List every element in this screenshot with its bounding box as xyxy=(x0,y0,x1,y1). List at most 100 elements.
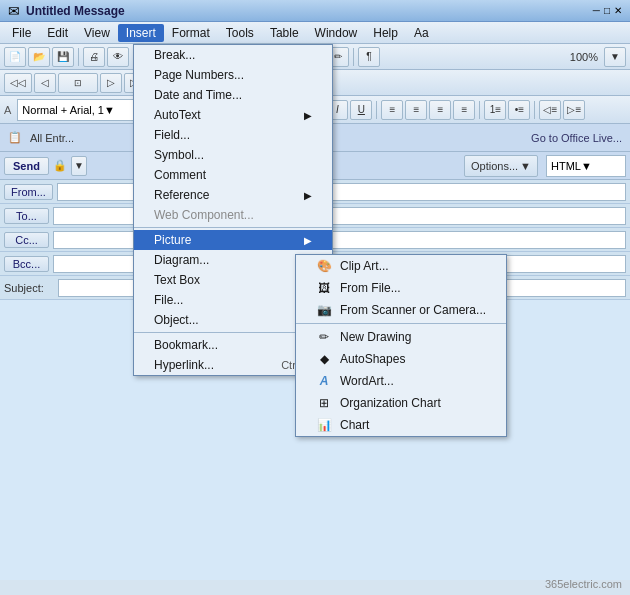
subject-label: Subject: xyxy=(4,282,54,294)
tb2-btn3[interactable]: ⊡ xyxy=(58,73,98,93)
format-value: HTML xyxy=(551,160,581,172)
maximize-button[interactable]: □ xyxy=(604,5,610,16)
picture-from-scanner[interactable]: 📷 From Scanner or Camera... xyxy=(296,299,506,321)
picture-from-file[interactable]: 🖼 From File... xyxy=(296,277,506,299)
field-label: Field... xyxy=(154,128,190,142)
bcc-button[interactable]: Bcc... xyxy=(4,256,49,272)
to-button[interactable]: To... xyxy=(4,208,49,224)
text-box-label: Text Box xyxy=(154,273,200,287)
autoshapes-icon: ◆ xyxy=(316,351,332,367)
picture-new-drawing[interactable]: ✏ New Drawing xyxy=(296,326,506,348)
tb2-btn4[interactable]: ▷ xyxy=(100,73,122,93)
file-label: File... xyxy=(154,293,183,307)
picture-chart[interactable]: 📊 Chart xyxy=(296,414,506,436)
diagram-label: Diagram... xyxy=(154,253,209,267)
justify-button[interactable]: ≡ xyxy=(453,100,475,120)
org-chart-label: Organization Chart xyxy=(340,396,441,410)
toolbar-separator xyxy=(78,48,79,66)
chart-icon: 📊 xyxy=(316,417,332,433)
options-label: Options... xyxy=(471,160,518,172)
insert-sep1 xyxy=(134,227,332,228)
autoshapes-label: AutoShapes xyxy=(340,352,405,366)
indent-inc-button[interactable]: ▷≡ xyxy=(563,100,585,120)
indent-dec-button[interactable]: ◁≡ xyxy=(539,100,561,120)
picture-org-chart[interactable]: ⊞ Organization Chart xyxy=(296,392,506,414)
send-button[interactable]: Send xyxy=(4,157,49,175)
menu-tools[interactable]: Tools xyxy=(218,24,262,42)
lock-icon: 🔒 xyxy=(53,159,67,172)
new-button[interactable]: 📄 xyxy=(4,47,26,67)
menu-edit[interactable]: Edit xyxy=(39,24,76,42)
underline-button[interactable]: U xyxy=(350,100,372,120)
scanner-icon: 📷 xyxy=(316,302,332,318)
save-button[interactable]: 💾 xyxy=(52,47,74,67)
reference-arrow: ▶ xyxy=(304,190,312,201)
insert-picture[interactable]: Picture ▶ xyxy=(134,230,332,250)
menu-help[interactable]: Help xyxy=(365,24,406,42)
bookmark-label: Bookmark... xyxy=(154,338,218,352)
picture-wordart[interactable]: A WordArt... xyxy=(296,370,506,392)
shortcuts-icon: 📋 xyxy=(8,131,22,144)
reference-label: Reference xyxy=(154,188,209,202)
menu-format[interactable]: Format xyxy=(164,24,218,42)
insert-break[interactable]: Break... xyxy=(134,45,332,65)
toolbar-separator6 xyxy=(353,48,354,66)
send-label: Send xyxy=(13,160,40,172)
options-button[interactable]: Options... ▼ xyxy=(464,155,538,177)
menu-insert[interactable]: Insert xyxy=(118,24,164,42)
options-dropdown-arrow: ▼ xyxy=(520,160,531,172)
date-time-label: Date and Time... xyxy=(154,88,242,102)
picture-submenu[interactable]: 🎨 Clip Art... 🖼 From File... 📷 From Scan… xyxy=(295,254,507,437)
menu-file[interactable]: File xyxy=(4,24,39,42)
clip-art-label: Clip Art... xyxy=(340,259,389,273)
format-sep3 xyxy=(376,101,377,119)
menu-window[interactable]: Window xyxy=(307,24,366,42)
format-sep4 xyxy=(479,101,480,119)
send-dropdown-arrow[interactable]: ▼ xyxy=(71,156,87,176)
symbol-label: Symbol... xyxy=(154,148,204,162)
new-drawing-icon: ✏ xyxy=(316,329,332,345)
style-dropdown-arrow: ▼ xyxy=(104,104,115,116)
from-button[interactable]: From... xyxy=(4,184,53,200)
from-scanner-label: From Scanner or Camera... xyxy=(340,303,486,317)
insert-symbol[interactable]: Symbol... xyxy=(134,145,332,165)
menu-table[interactable]: Table xyxy=(262,24,307,42)
print-button[interactable]: 🖨 xyxy=(83,47,105,67)
chart-label: Chart xyxy=(340,418,369,432)
show-hide-button[interactable]: ¶ xyxy=(358,47,380,67)
align-right-button[interactable]: ≡ xyxy=(429,100,451,120)
tb2-btn2[interactable]: ◁ xyxy=(34,73,56,93)
tb2-btn1[interactable]: ◁◁ xyxy=(4,73,32,93)
insert-page-numbers[interactable]: Page Numbers... xyxy=(134,65,332,85)
align-left-button[interactable]: ≡ xyxy=(381,100,403,120)
hyperlink-label: Hyperlink... xyxy=(154,358,214,372)
align-center-button[interactable]: ≡ xyxy=(405,100,427,120)
numbering-button[interactable]: 1≡ xyxy=(484,100,506,120)
picture-clip-art[interactable]: 🎨 Clip Art... xyxy=(296,255,506,277)
picture-autoshapes[interactable]: ◆ AutoShapes xyxy=(296,348,506,370)
cc-button[interactable]: Cc... xyxy=(4,232,49,248)
preview-button[interactable]: 👁 xyxy=(107,47,129,67)
menu-bar: File Edit View Insert Format Tools Table… xyxy=(0,22,630,44)
close-button[interactable]: ✕ xyxy=(614,5,622,16)
insert-comment[interactable]: Comment xyxy=(134,165,332,185)
format-select[interactable]: HTML ▼ xyxy=(546,155,626,177)
insert-field[interactable]: Field... xyxy=(134,125,332,145)
insert-autotext[interactable]: AutoText ▶ xyxy=(134,105,332,125)
comment-label: Comment xyxy=(154,168,206,182)
all-entries-label: All Entr... xyxy=(30,132,74,144)
office-live-link[interactable]: Go to Office Live... xyxy=(531,132,622,144)
clip-art-icon: 🎨 xyxy=(316,258,332,274)
insert-web-component: Web Component... xyxy=(134,205,332,225)
style-label: Normal + Arial, 1 xyxy=(22,104,104,116)
minimize-button[interactable]: ─ xyxy=(593,5,600,16)
zoom-dropdown[interactable]: ▼ xyxy=(604,47,626,67)
menu-view[interactable]: View xyxy=(76,24,118,42)
page-numbers-label: Page Numbers... xyxy=(154,68,244,82)
bullets-button[interactable]: •≡ xyxy=(508,100,530,120)
open-button[interactable]: 📂 xyxy=(28,47,50,67)
insert-reference[interactable]: Reference ▶ xyxy=(134,185,332,205)
menu-aa[interactable]: Aa xyxy=(406,24,437,42)
insert-date-time[interactable]: Date and Time... xyxy=(134,85,332,105)
autotext-arrow: ▶ xyxy=(304,110,312,121)
